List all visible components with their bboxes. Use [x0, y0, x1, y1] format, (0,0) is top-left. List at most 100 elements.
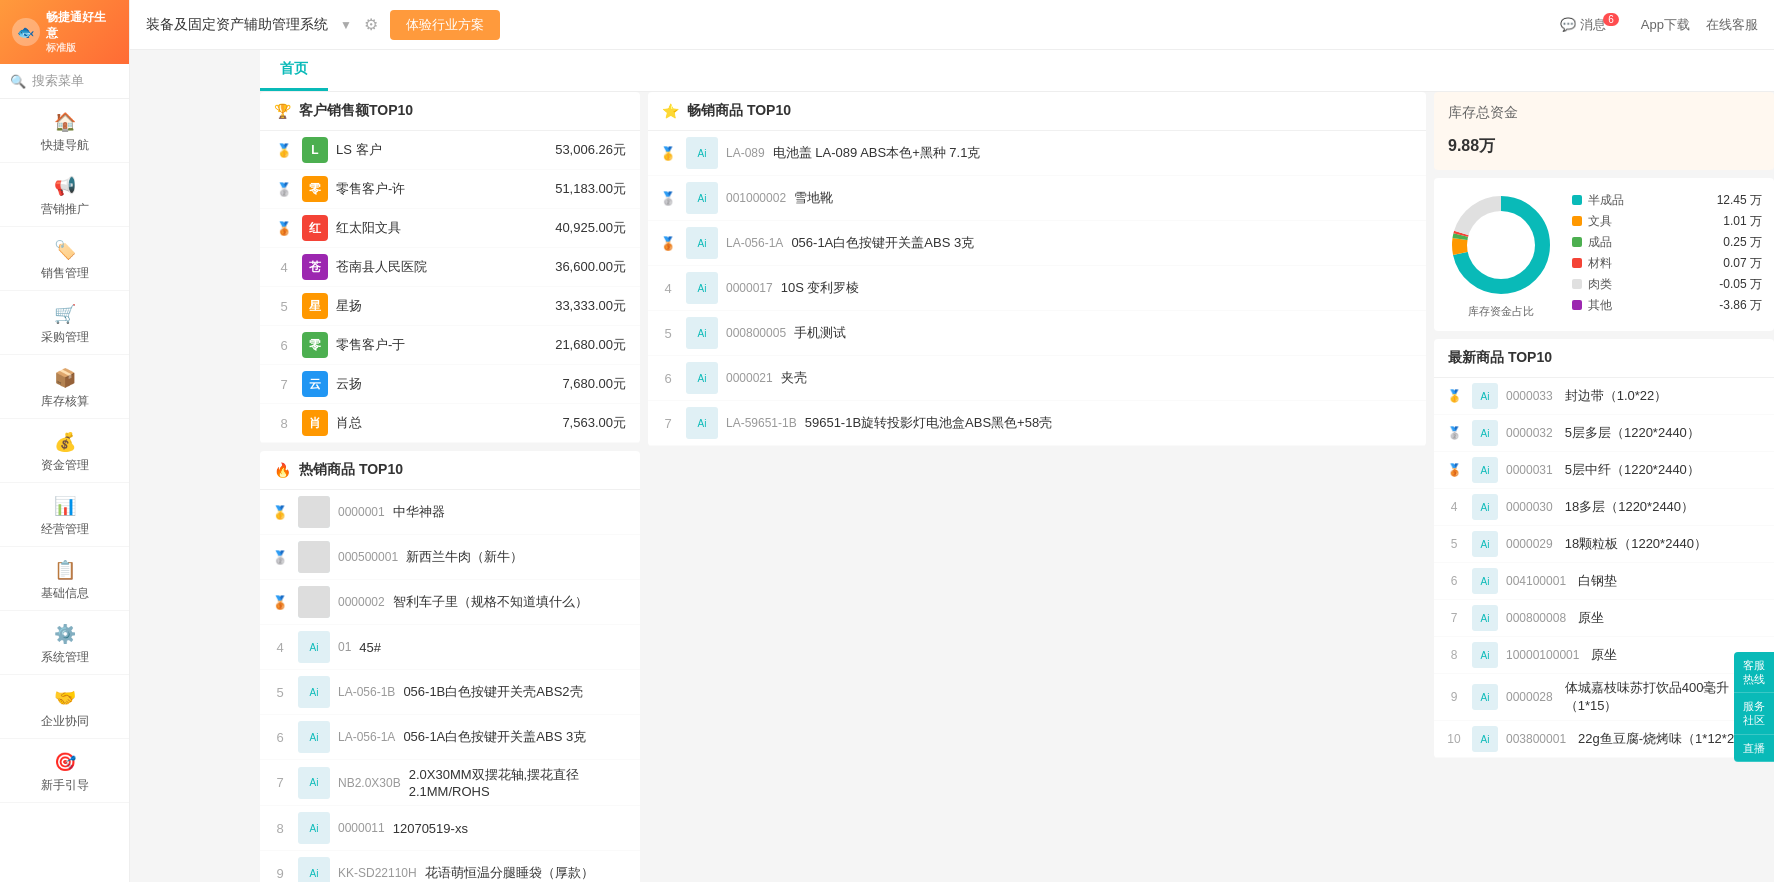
- customer-name: 云扬: [336, 375, 554, 393]
- rank-number: 🥇: [270, 505, 290, 520]
- purchase-icon: 🛒: [54, 303, 76, 325]
- product-code: 003800001: [1506, 732, 1566, 746]
- product-name: 白钢垫: [1578, 572, 1617, 590]
- customer-name: LS 客户: [336, 141, 547, 159]
- new-product-row: 7 Ai 000800008 原坐: [1434, 600, 1774, 637]
- rank-number: 🥉: [1444, 463, 1464, 477]
- message-area[interactable]: 💬 消息 6: [1560, 16, 1625, 34]
- rank-number: 4: [270, 640, 290, 655]
- product-name: 原坐: [1591, 646, 1617, 664]
- sidebar-item-purchase[interactable]: 🛒 采购管理: [0, 291, 129, 355]
- float-btn-live[interactable]: 直播: [1734, 735, 1774, 762]
- product-name: 18颗粒板（1220*2440）: [1565, 535, 1707, 553]
- product-image: Ai: [686, 317, 718, 349]
- best-seller-row: 7 Ai LA-59651-1B 59651-1B旋转投影灯电池盒ABS黑色+5…: [648, 401, 1426, 446]
- sidebar-search[interactable]: 🔍 搜索菜单: [0, 64, 129, 99]
- rank-number: 6: [270, 730, 290, 745]
- rank-number: 7: [658, 416, 678, 431]
- product-name: 056-1A白色按键开关盖ABS 3克: [791, 234, 974, 252]
- sidebar-item-operations[interactable]: 📊 经营管理: [0, 483, 129, 547]
- sidebar-item-cooperation[interactable]: 🤝 企业协同: [0, 675, 129, 739]
- sales-icon: 🏷️: [54, 239, 76, 261]
- sidebar-logo: 🐟 畅捷通好生意 标准版: [0, 0, 129, 64]
- legend-item: 其他 -3.86 万: [1572, 297, 1762, 314]
- product-code: KK-SD22110H: [338, 866, 417, 880]
- sidebar-item-inventory[interactable]: 📦 库存核算: [0, 355, 129, 419]
- product-image: Ai: [1472, 494, 1498, 520]
- product-code: 000800008: [1506, 611, 1566, 625]
- finance-icon: 💰: [54, 431, 76, 453]
- settings-icon[interactable]: ⚙: [364, 15, 378, 34]
- sidebar-item-finance[interactable]: 💰 资金管理: [0, 419, 129, 483]
- search-icon: 🔍: [10, 74, 26, 89]
- product-name: 夹壳: [781, 369, 807, 387]
- rank-number: 8: [1444, 648, 1464, 662]
- legend-value: 0.25 万: [1723, 234, 1762, 251]
- float-btn-service[interactable]: 客服热线: [1734, 652, 1774, 694]
- dropdown-arrow-icon[interactable]: ▼: [340, 18, 352, 32]
- app-download-link[interactable]: App下载: [1641, 16, 1690, 34]
- sidebar-item-basics[interactable]: 📋 基础信息: [0, 547, 129, 611]
- message-badge: 6: [1603, 13, 1619, 26]
- product-code: 000800005: [726, 326, 786, 340]
- new-product-row: 8 Ai 10000100001 原坐: [1434, 637, 1774, 674]
- content-area: 🏆 客户销售额TOP10 🥇 L LS 客户 53,006.26元 🥈 零 零售…: [260, 92, 1774, 882]
- product-image: Ai: [686, 137, 718, 169]
- product-image: Ai: [686, 407, 718, 439]
- customer-amount: 7,563.00元: [562, 414, 626, 432]
- trophy-icon: 🏆: [274, 103, 291, 119]
- rank-number: 🥉: [270, 595, 290, 610]
- best-seller-row: 4 Ai 0000017 10S 变利罗棱: [648, 266, 1426, 311]
- product-name: 18多层（1220*2440）: [1565, 498, 1694, 516]
- product-image: Ai: [686, 182, 718, 214]
- product-name: 雪地靴: [794, 189, 833, 207]
- rank-number: 🥈: [274, 182, 294, 197]
- customer-rank-row: 8 肖 肖总 7,563.00元: [260, 404, 640, 443]
- sidebar-item-marketing[interactable]: 📢 营销推广: [0, 163, 129, 227]
- trial-button[interactable]: 体验行业方案: [390, 10, 500, 40]
- rank-number: 🥉: [274, 221, 294, 236]
- customer-amount: 53,006.26元: [555, 141, 626, 159]
- sidebar-item-quick-nav[interactable]: 🏠 快捷导航: [0, 99, 129, 163]
- sidebar-item-system[interactable]: ⚙️ 系统管理: [0, 611, 129, 675]
- rank-number: 🥈: [658, 191, 678, 206]
- hot-product-row: 🥇 0000001 中华神器: [260, 490, 640, 535]
- customer-avatar: 云: [302, 371, 328, 397]
- rank-number: 8: [270, 821, 290, 836]
- float-btn-community[interactable]: 服务社区: [1734, 693, 1774, 735]
- inventory-icon: 📦: [54, 367, 76, 389]
- product-code: LA-056-1A: [338, 730, 395, 744]
- customer-amount: 40,925.00元: [555, 219, 626, 237]
- legend-item: 肉类 -0.05 万: [1572, 276, 1762, 293]
- donut-chart: [1446, 190, 1556, 300]
- legend-color: [1572, 195, 1582, 205]
- legend-name: 材料: [1588, 255, 1717, 272]
- tab-home[interactable]: 首页: [260, 50, 328, 91]
- rank-number: 6: [274, 338, 294, 353]
- product-image: Ai: [298, 721, 330, 753]
- rank-number: 5: [270, 685, 290, 700]
- logo-icon: 🐟: [12, 18, 40, 46]
- product-image: Ai: [1472, 642, 1498, 668]
- legend-color: [1572, 300, 1582, 310]
- new-product-row: 🥇 Ai 0000033 封边带（1.0*22）: [1434, 378, 1774, 415]
- basics-icon: 📋: [54, 559, 76, 581]
- rank-number: 9: [270, 866, 290, 881]
- rank-number: 🥇: [658, 146, 678, 161]
- product-code: 0000001: [338, 505, 385, 519]
- legend-item: 成品 0.25 万: [1572, 234, 1762, 251]
- customer-name: 苍南县人民医院: [336, 258, 547, 276]
- sidebar-item-guide[interactable]: 🎯 新手引导: [0, 739, 129, 803]
- new-product-row: 🥈 Ai 0000032 5层多层（1220*2440）: [1434, 415, 1774, 452]
- rank-number: 5: [274, 299, 294, 314]
- product-image: Ai: [298, 631, 330, 663]
- product-code: 10000100001: [1506, 648, 1579, 662]
- product-image: Ai: [1472, 568, 1498, 594]
- sidebar-item-sales[interactable]: 🏷️ 销售管理: [0, 227, 129, 291]
- online-service-link[interactable]: 在线客服: [1706, 16, 1758, 34]
- legend-name: 成品: [1588, 234, 1717, 251]
- product-image: Ai: [686, 227, 718, 259]
- product-name: 5层中纤（1220*2440）: [1565, 461, 1700, 479]
- new-product-row: 🥉 Ai 0000031 5层中纤（1220*2440）: [1434, 452, 1774, 489]
- legend-color: [1572, 237, 1582, 247]
